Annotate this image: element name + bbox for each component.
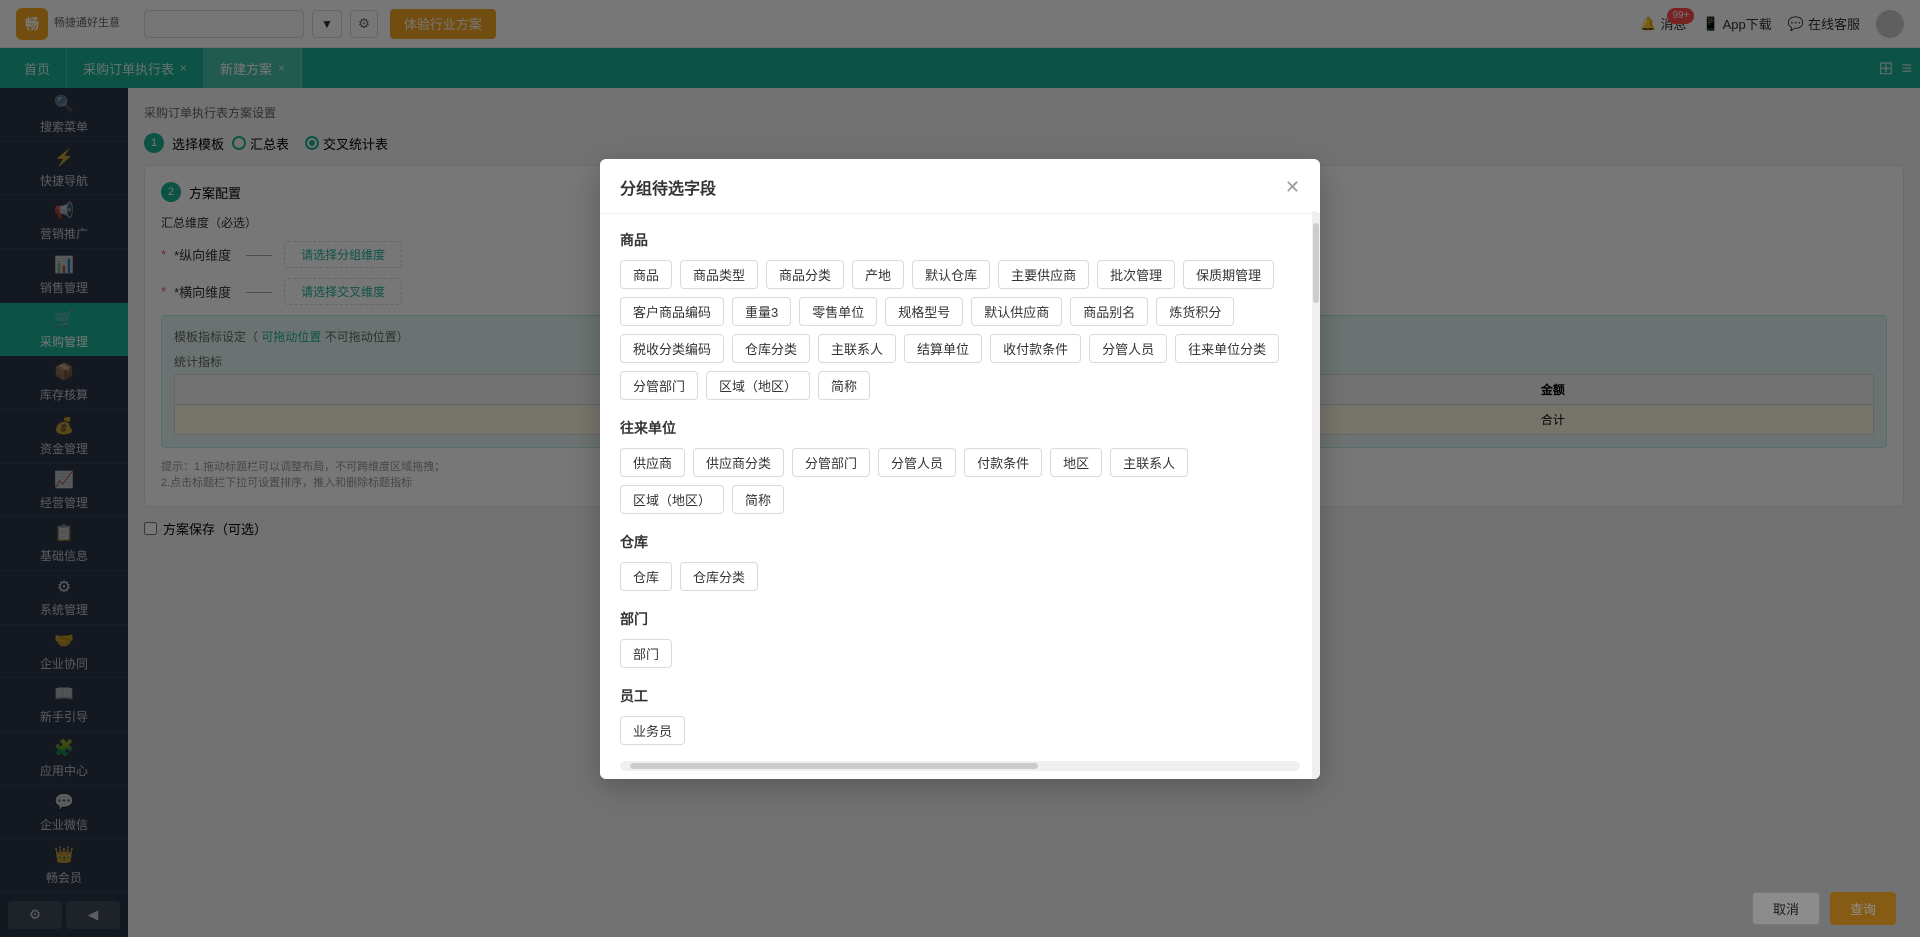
section-partner: 往来单位 供应商 供应商分类 分管部门 分管人员 付款条件 地区 主联系人 区域… xyxy=(620,418,1300,514)
field-tag-partner-8[interactable]: 简称 xyxy=(732,485,784,514)
department-field-tags: 部门 xyxy=(620,639,1300,668)
goods-field-tags: 商品 商品类型 商品分类 产地 默认仓库 主要供应商 批次管理 保质期管理 客户… xyxy=(620,260,1300,400)
modal-overlay: 分组待选字段 ✕ 商品 商品 商品类型 商品分类 产地 默认仓库 主要供应商 批… xyxy=(0,0,1920,937)
field-tag-goods-10[interactable]: 零售单位 xyxy=(799,297,877,326)
section-goods-title: 商品 xyxy=(620,230,1300,250)
section-department-title: 部门 xyxy=(620,609,1300,629)
section-partner-title: 往来单位 xyxy=(620,418,1300,438)
modal-header: 分组待选字段 ✕ xyxy=(600,159,1320,214)
modal-field-selector: 分组待选字段 ✕ 商品 商品 商品类型 商品分类 产地 默认仓库 主要供应商 批… xyxy=(600,159,1320,779)
field-tag-goods-22[interactable]: 分管部门 xyxy=(620,371,698,400)
field-tag-partner-2[interactable]: 分管部门 xyxy=(792,448,870,477)
modal-vscroll-thumb xyxy=(1313,223,1319,303)
field-tag-goods-15[interactable]: 税收分类编码 xyxy=(620,334,724,363)
employee-field-tags: 业务员 xyxy=(620,716,1300,745)
field-tag-partner-3[interactable]: 分管人员 xyxy=(878,448,956,477)
field-tag-goods-20[interactable]: 分管人员 xyxy=(1089,334,1167,363)
field-tag-goods-1[interactable]: 商品类型 xyxy=(680,260,758,289)
section-employee: 员工 业务员 xyxy=(620,686,1300,745)
field-tag-partner-4[interactable]: 付款条件 xyxy=(964,448,1042,477)
modal-horizontal-scrollbar[interactable] xyxy=(620,761,1300,771)
field-tag-goods-23[interactable]: 区域（地区） xyxy=(706,371,810,400)
modal-vertical-scrollbar[interactable] xyxy=(1312,211,1320,779)
field-tag-warehouse-1[interactable]: 仓库分类 xyxy=(680,562,758,591)
field-tag-goods-24[interactable]: 简称 xyxy=(818,371,870,400)
section-warehouse-title: 仓库 xyxy=(620,532,1300,552)
field-tag-goods-21[interactable]: 往来单位分类 xyxy=(1175,334,1279,363)
field-tag-goods-0[interactable]: 商品 xyxy=(620,260,672,289)
field-tag-warehouse-0[interactable]: 仓库 xyxy=(620,562,672,591)
field-tag-partner-7[interactable]: 区域（地区） xyxy=(620,485,724,514)
modal-title: 分组待选字段 xyxy=(620,175,716,199)
field-tag-goods-16[interactable]: 仓库分类 xyxy=(732,334,810,363)
field-tag-goods-2[interactable]: 商品分类 xyxy=(766,260,844,289)
warehouse-field-tags: 仓库 仓库分类 xyxy=(620,562,1300,591)
field-tag-goods-3[interactable]: 产地 xyxy=(852,260,904,289)
modal-body: 商品 商品 商品类型 商品分类 产地 默认仓库 主要供应商 批次管理 保质期管理… xyxy=(600,214,1320,761)
field-tag-goods-5[interactable]: 主要供应商 xyxy=(998,260,1089,289)
field-tag-goods-19[interactable]: 收付款条件 xyxy=(990,334,1081,363)
field-tag-department-0[interactable]: 部门 xyxy=(620,639,672,668)
field-tag-goods-12[interactable]: 默认供应商 xyxy=(971,297,1062,326)
field-tag-goods-4[interactable]: 默认仓库 xyxy=(912,260,990,289)
field-tag-goods-14[interactable]: 炼货积分 xyxy=(1156,297,1234,326)
field-tag-partner-0[interactable]: 供应商 xyxy=(620,448,685,477)
modal-close-button[interactable]: ✕ xyxy=(1285,178,1300,196)
field-tag-partner-6[interactable]: 主联系人 xyxy=(1110,448,1188,477)
field-tag-goods-8[interactable]: 客户商品编码 xyxy=(620,297,724,326)
field-tag-partner-5[interactable]: 地区 xyxy=(1050,448,1102,477)
partner-field-tags: 供应商 供应商分类 分管部门 分管人员 付款条件 地区 主联系人 区域（地区） … xyxy=(620,448,1300,514)
field-tag-goods-7[interactable]: 保质期管理 xyxy=(1183,260,1274,289)
field-tag-goods-11[interactable]: 规格型号 xyxy=(885,297,963,326)
section-warehouse: 仓库 仓库 仓库分类 xyxy=(620,532,1300,591)
field-tag-goods-18[interactable]: 结算单位 xyxy=(904,334,982,363)
field-tag-partner-1[interactable]: 供应商分类 xyxy=(693,448,784,477)
section-employee-title: 员工 xyxy=(620,686,1300,706)
field-tag-goods-6[interactable]: 批次管理 xyxy=(1097,260,1175,289)
section-department: 部门 部门 xyxy=(620,609,1300,668)
field-tag-goods-9[interactable]: 重量3 xyxy=(732,297,791,326)
section-goods: 商品 商品 商品类型 商品分类 产地 默认仓库 主要供应商 批次管理 保质期管理… xyxy=(620,230,1300,400)
field-tag-goods-17[interactable]: 主联系人 xyxy=(818,334,896,363)
modal-hscroll-thumb xyxy=(630,763,1038,769)
field-tag-goods-13[interactable]: 商品别名 xyxy=(1070,297,1148,326)
field-tag-employee-0[interactable]: 业务员 xyxy=(620,716,685,745)
